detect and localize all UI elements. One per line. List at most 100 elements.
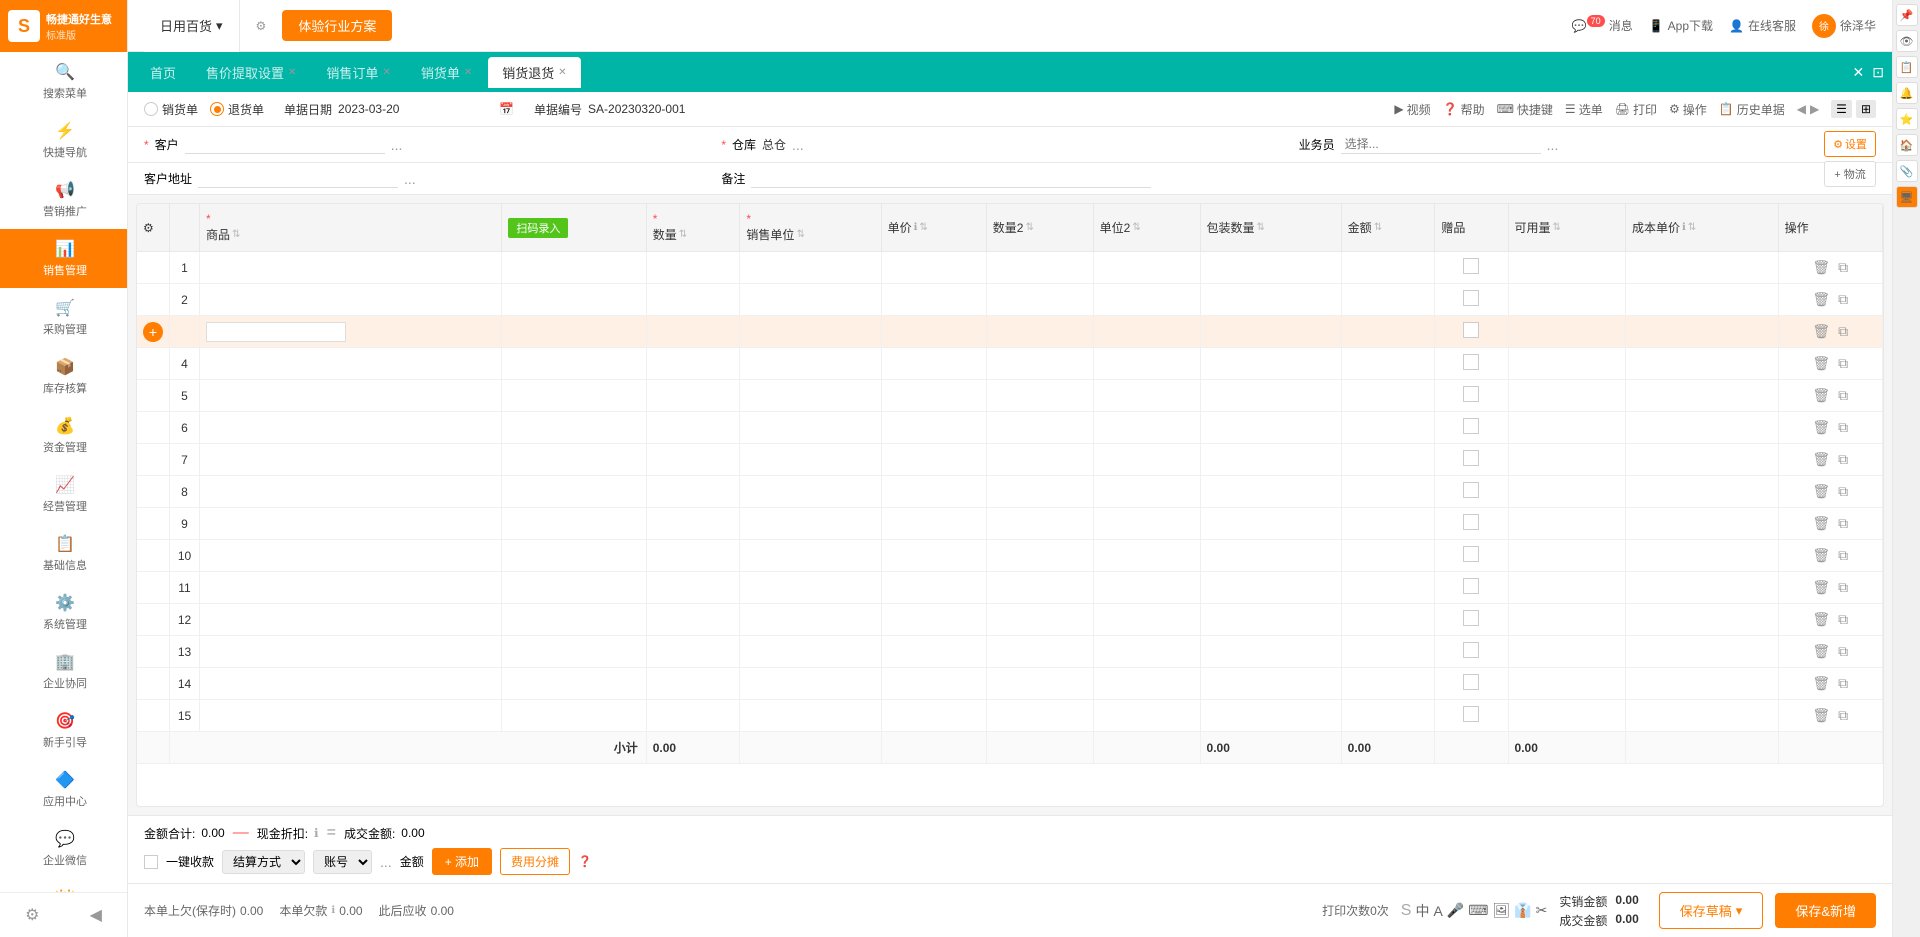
gift-checkbox-4[interactable] [1463, 354, 1479, 370]
sidebar-item-purchase[interactable]: 🛒 采购管理 [0, 288, 127, 347]
calendar-icon[interactable]: 📅 [499, 102, 514, 116]
gift-checkbox-6[interactable] [1463, 418, 1479, 434]
copy-row-13-btn[interactable]: ⧉ [1836, 641, 1850, 662]
scan-btn[interactable]: 扫码录入 [508, 218, 568, 238]
gift-checkbox-8[interactable] [1463, 482, 1479, 498]
delete-row-6-btn[interactable]: 🗑 [1810, 417, 1832, 438]
delete-row-10-btn[interactable]: 🗑 [1810, 545, 1832, 566]
notification-btn[interactable]: 💬 70 消息 [1572, 17, 1633, 34]
app-download-btn[interactable]: 📱 App下载 [1649, 17, 1713, 34]
date-input[interactable] [338, 102, 493, 116]
copy-row-5-btn[interactable]: ⧉ [1836, 385, 1850, 406]
tab-sales-return-close[interactable]: ✕ [558, 67, 566, 78]
salesperson-dots-btn[interactable]: ... [1547, 137, 1559, 153]
tab-home[interactable]: 首页 [136, 57, 190, 88]
save-new-btn[interactable]: 保存&新增 [1775, 893, 1876, 928]
product-input-active[interactable] [206, 322, 346, 342]
delete-row-3-btn[interactable]: 🗑 [1810, 321, 1832, 342]
user-info[interactable]: 徐 徐泽华 [1812, 14, 1876, 38]
sidebar-item-finance[interactable]: 💰 资金管理 [0, 406, 127, 465]
customer-input[interactable] [185, 135, 385, 154]
logistics-float-btn[interactable]: + 物流 [1824, 161, 1876, 187]
sidebar-item-search[interactable]: 🔍 搜索菜单 [0, 52, 127, 111]
gift-checkbox-11[interactable] [1463, 578, 1479, 594]
customer-dots-btn[interactable]: ... [391, 137, 403, 153]
tab-sales-order-close[interactable]: ✕ [382, 67, 390, 78]
delete-row-8-btn[interactable]: 🗑 [1810, 481, 1832, 502]
video-btn[interactable]: ▶ 视频 [1394, 101, 1430, 118]
delete-row-4-btn[interactable]: 🗑 [1810, 353, 1832, 374]
prev-btn[interactable]: ◀ [1797, 102, 1806, 116]
tab-price-setting-close[interactable]: ✕ [288, 67, 296, 78]
add-btn[interactable]: + 添加 [432, 848, 492, 875]
copy-row-1-btn[interactable]: ⧉ [1836, 257, 1850, 278]
delete-row-12-btn[interactable]: 🗑 [1810, 609, 1832, 630]
one-key-checkbox[interactable] [144, 855, 158, 869]
copy-row-15-btn[interactable]: ⧉ [1836, 705, 1850, 726]
daily-nav-dropdown[interactable]: 日用百货 ▾ [144, 0, 240, 52]
delete-row-15-btn[interactable]: 🗑 [1810, 705, 1832, 726]
radio-sales[interactable]: 销货单 [144, 101, 198, 118]
settings-float-btn[interactable]: ⚙ 设置 [1824, 131, 1876, 157]
settings-gear-icon[interactable]: ⚙ [256, 19, 267, 33]
sidebar-item-marketing[interactable]: 📢 营销推广 [0, 170, 127, 229]
delete-row-14-btn[interactable]: 🗑 [1810, 673, 1832, 694]
grid-view-btn[interactable]: ⊞ [1856, 100, 1876, 118]
expense-btn[interactable]: 费用分摊 [500, 848, 570, 875]
next-btn[interactable]: ▶ [1810, 102, 1819, 116]
remark-input[interactable] [751, 169, 1151, 188]
sidebar-item-shortcut[interactable]: ⚡ 快捷导航 [0, 111, 127, 170]
sidebar-item-basic[interactable]: 📋 基础信息 [0, 524, 127, 583]
settlement-select[interactable]: 结算方式 [222, 850, 305, 874]
close-tab-btn[interactable]: ✕ [1853, 64, 1865, 81]
copy-row-10-btn[interactable]: ⧉ [1836, 545, 1850, 566]
gift-checkbox-9[interactable] [1463, 514, 1479, 530]
copy-row-8-btn[interactable]: ⧉ [1836, 481, 1850, 502]
doc-id-input[interactable] [588, 102, 743, 116]
address-dots-btn[interactable]: ... [404, 171, 416, 187]
sidebar-item-member[interactable]: 👑 畅会员 [0, 878, 127, 892]
tab-sales-delivery[interactable]: 销货单 ✕ [407, 57, 486, 88]
gift-checkbox-10[interactable] [1463, 546, 1479, 562]
gift-checkbox-14[interactable] [1463, 674, 1479, 690]
copy-row-9-btn[interactable]: ⧉ [1836, 513, 1850, 534]
copy-row-3-btn[interactable]: ⧉ [1836, 321, 1850, 342]
gift-checkbox-2[interactable] [1463, 290, 1479, 306]
gift-checkbox-5[interactable] [1463, 386, 1479, 402]
right-panel-btn-5[interactable]: ⭐ [1896, 108, 1918, 130]
right-panel-btn-2[interactable]: 👁 [1896, 30, 1918, 52]
gift-checkbox-1[interactable] [1463, 258, 1479, 274]
settings-btn[interactable]: ⚙ [21, 901, 43, 929]
tab-price-setting[interactable]: 售价提取设置 ✕ [192, 57, 310, 88]
print-btn[interactable]: 🖨 打印 [1615, 101, 1657, 118]
warehouse-dots-btn[interactable]: ... [792, 137, 804, 153]
delete-row-5-btn[interactable]: 🗑 [1810, 385, 1832, 406]
help-btn[interactable]: ❓ 帮助 [1443, 101, 1485, 118]
copy-row-12-btn[interactable]: ⧉ [1836, 609, 1850, 630]
sidebar-item-guide[interactable]: 🎯 新手引导 [0, 701, 127, 760]
tab-sales-return[interactable]: 销货退货 ✕ [488, 57, 580, 88]
gift-checkbox-7[interactable] [1463, 450, 1479, 466]
sidebar-item-sales[interactable]: 📊 销售管理 [0, 229, 127, 288]
right-panel-btn-1[interactable]: 📌 [1896, 4, 1918, 26]
tab-sales-delivery-close[interactable]: ✕ [464, 67, 472, 78]
tab-sales-order[interactable]: 销售订单 ✕ [312, 57, 404, 88]
right-panel-btn-6[interactable]: 🏠 [1896, 134, 1918, 156]
operate-btn[interactable]: ⚙ 操作 [1669, 101, 1707, 118]
delete-row-13-btn[interactable]: 🗑 [1810, 641, 1832, 662]
copy-row-11-btn[interactable]: ⧉ [1836, 577, 1850, 598]
address-input[interactable] [198, 169, 398, 188]
sidebar-item-system[interactable]: ⚙️ 系统管理 [0, 583, 127, 642]
maximize-btn[interactable]: ⊡ [1872, 64, 1884, 81]
delete-row-2-btn[interactable]: 🗑 [1810, 289, 1832, 310]
save-draft-btn[interactable]: 保存草稿 ▾ [1659, 892, 1764, 929]
sidebar-item-wechat[interactable]: 💬 企业微信 [0, 819, 127, 878]
account-select[interactable]: 账号 [313, 850, 372, 874]
gift-checkbox-13[interactable] [1463, 642, 1479, 658]
delete-row-11-btn[interactable]: 🗑 [1810, 577, 1832, 598]
collapse-btn[interactable]: ◀ [86, 901, 106, 929]
copy-row-4-btn[interactable]: ⧉ [1836, 353, 1850, 374]
right-panel-btn-3[interactable]: 📋 [1896, 56, 1918, 78]
right-panel-btn-7[interactable]: 📎 [1896, 160, 1918, 182]
gift-checkbox-15[interactable] [1463, 706, 1479, 722]
